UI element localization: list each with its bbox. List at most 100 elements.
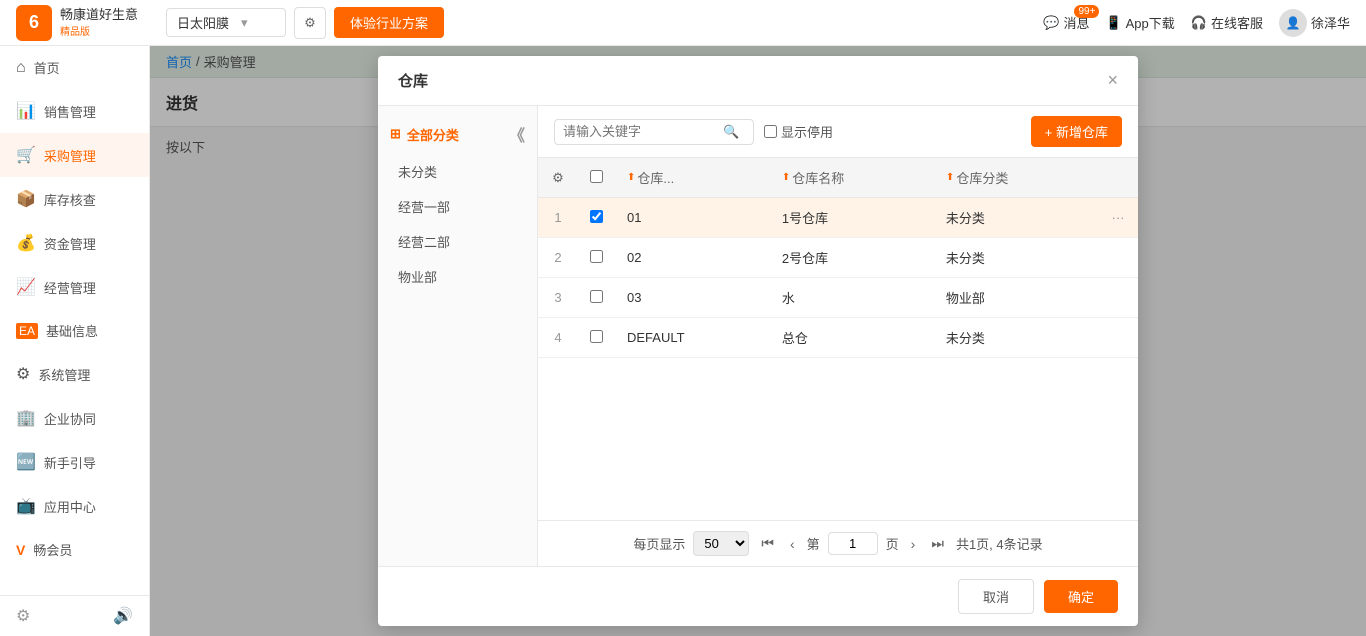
category-panel: ⊞ 全部分类 《 未分类 经营一部 经营二部: [378, 106, 538, 566]
app-download-button[interactable]: 📱 App下载: [1105, 13, 1174, 32]
sidebar-label-system: 系统管理: [38, 365, 90, 384]
enterprise-icon: 🏢: [16, 408, 36, 428]
select-all-checkbox[interactable]: [590, 170, 603, 183]
table-row[interactable]: 3 03 水 物业部: [538, 278, 1138, 318]
confirm-button[interactable]: 确定: [1044, 580, 1118, 613]
row-checkbox[interactable]: [590, 250, 603, 263]
purchase-icon: 🛒: [16, 145, 36, 165]
app-label: App下载: [1126, 13, 1175, 32]
add-warehouse-button[interactable]: + 新增仓库: [1031, 116, 1122, 147]
row-checkbox[interactable]: [590, 210, 603, 223]
basic-icon: EA: [16, 323, 38, 339]
table-row[interactable]: 2 02 2号仓库 未分类: [538, 238, 1138, 278]
cancel-button[interactable]: 取消: [958, 579, 1034, 614]
next-page-button[interactable]: ›: [907, 534, 920, 554]
sidebar-item-inventory[interactable]: 📦 库存核查: [0, 177, 149, 221]
row-checkbox-cell[interactable]: [578, 278, 615, 318]
logo-name: 畅康道好生意: [60, 7, 138, 24]
sidebar-item-basic[interactable]: EA 基础信息: [0, 309, 149, 352]
col-category-header[interactable]: ⬆ 仓库分类: [934, 158, 1098, 198]
row-checkbox-cell[interactable]: [578, 238, 615, 278]
page-unit: 页: [886, 534, 899, 553]
row-category: 物业部: [934, 278, 1098, 318]
avatar: 👤: [1279, 9, 1307, 37]
trial-button[interactable]: 体验行业方案: [334, 7, 444, 38]
col-name-header[interactable]: ⬆ 仓库名称: [770, 158, 934, 198]
row-actions: [1098, 318, 1138, 358]
sidebar-label-basic: 基础信息: [46, 321, 98, 340]
per-page-select[interactable]: 50 100: [693, 531, 749, 556]
settings-bottom-icon[interactable]: ⚙: [16, 606, 30, 626]
modal-close-button[interactable]: ×: [1107, 70, 1118, 91]
cat-item-ops1[interactable]: 经营一部: [378, 189, 537, 224]
sidebar-item-finance[interactable]: 💰 资金管理: [0, 221, 149, 265]
store-name: 日太阳膜: [177, 13, 229, 32]
row-checkbox-cell[interactable]: [578, 198, 615, 238]
row-checkbox[interactable]: [590, 290, 603, 303]
search-input[interactable]: [563, 124, 723, 139]
store-select[interactable]: 日太阳膜 ▾: [166, 8, 286, 37]
logo-icon: 6: [16, 5, 52, 41]
sidebar-label-home: 首页: [34, 58, 60, 77]
sidebar-label-inventory: 库存核查: [44, 190, 96, 209]
modal-body: ⊞ 全部分类 《 未分类 经营一部 经营二部: [378, 106, 1138, 566]
page-number-input[interactable]: [828, 532, 878, 555]
sort-icon2: ⬆: [782, 172, 790, 183]
collapse-icon[interactable]: 《: [509, 122, 525, 146]
sidebar-label-enterprise: 企业协同: [44, 409, 96, 428]
row-code: DEFAULT: [615, 318, 770, 358]
row-category: 未分类: [934, 238, 1098, 278]
col-setting-header[interactable]: ⚙: [538, 158, 578, 198]
search-bar: 🔍 显示停用 + 新增仓库: [538, 106, 1138, 158]
sidebar-item-enterprise[interactable]: 🏢 企业协同: [0, 396, 149, 440]
sidebar-item-appcenter[interactable]: 📺 应用中心: [0, 484, 149, 528]
guide-icon: 🆕: [16, 452, 36, 472]
col-checkbox-header[interactable]: [578, 158, 615, 198]
system-icon: ⚙: [16, 364, 30, 384]
grid-icon: ⊞: [390, 126, 401, 142]
sidebar-label-operations: 经营管理: [44, 278, 96, 297]
finance-icon: 💰: [16, 233, 36, 253]
total-label: 共1页, 4条记录: [956, 534, 1043, 553]
sidebar-item-system[interactable]: ⚙ 系统管理: [0, 352, 149, 396]
last-page-button[interactable]: ⏭: [927, 533, 948, 554]
cat-item-ops2[interactable]: 经营二部: [378, 224, 537, 259]
row-checkbox-cell[interactable]: [578, 318, 615, 358]
first-page-button[interactable]: ⏮: [757, 533, 778, 554]
row-checkbox[interactable]: [590, 330, 603, 343]
page-label: 第: [807, 534, 820, 553]
logo-sub: 精品版: [60, 23, 138, 38]
sidebar-item-purchase[interactable]: 🛒 采购管理: [0, 133, 149, 177]
row-name: 总仓: [770, 318, 934, 358]
row-code: 01: [615, 198, 770, 238]
row-code: 03: [615, 278, 770, 318]
all-category-button[interactable]: ⊞ 全部分类 《: [378, 114, 537, 154]
row-more-icon[interactable]: ···: [1112, 210, 1125, 225]
show-disabled-checkbox[interactable]: [764, 125, 777, 138]
logo-text-block: 畅康道好生意 精品版: [60, 7, 138, 39]
sidebar-item-guide[interactable]: 🆕 新手引导: [0, 440, 149, 484]
user-menu[interactable]: 👤 徐泽华: [1279, 9, 1350, 37]
modal-overlay: 仓库 × ⊞ 全部分类 《 未分类: [150, 46, 1366, 636]
row-num: 3: [538, 278, 578, 318]
sidebar-item-home[interactable]: ⌂ 首页: [0, 46, 149, 89]
member-icon: V: [16, 542, 25, 558]
cat-item-unclassified[interactable]: 未分类: [378, 154, 537, 189]
sidebar-item-sales[interactable]: 📊 销售管理: [0, 89, 149, 133]
table-row[interactable]: 4 DEFAULT 总仓 未分类: [538, 318, 1138, 358]
logo-area: 6 畅康道好生意 精品版: [16, 5, 166, 41]
row-num: 4: [538, 318, 578, 358]
col-code-header[interactable]: ⬆ 仓库...: [615, 158, 770, 198]
service-button[interactable]: 🎧 在线客服: [1191, 13, 1263, 32]
sidebar-item-operations[interactable]: 📈 经营管理: [0, 265, 149, 309]
sidebar-item-member[interactable]: V 畅会员: [0, 528, 149, 571]
table-row[interactable]: 1 01 1号仓库 未分类 ···: [538, 198, 1138, 238]
cat-item-property[interactable]: 物业部: [378, 259, 537, 294]
headset-icon: 🎧: [1191, 15, 1207, 31]
settings-button[interactable]: ⚙: [294, 7, 326, 39]
prev-page-button[interactable]: ‹: [786, 534, 799, 554]
col-setting-icon: ⚙: [552, 170, 564, 185]
volume-bottom-icon[interactable]: 🔊: [113, 606, 133, 626]
row-actions: ···: [1098, 198, 1138, 238]
messages-button[interactable]: 💬 消息 99+: [1043, 13, 1089, 32]
